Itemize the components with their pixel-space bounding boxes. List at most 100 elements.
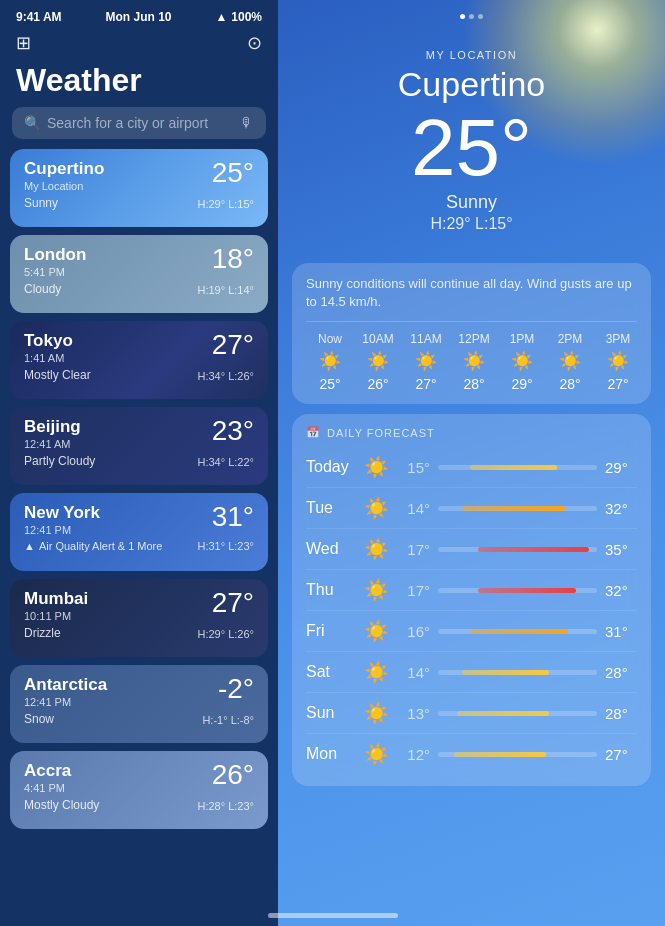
daily-rows: Today ☀️ 15° 29° Tue ☀️ 14° 32° Wed ☀️ 1… bbox=[306, 447, 637, 774]
daily-hi: 32° bbox=[605, 500, 637, 517]
temp-bar bbox=[478, 547, 589, 552]
date: Mon Jun 10 bbox=[105, 10, 171, 24]
daily-row: Fri ☀️ 16° 31° bbox=[306, 611, 637, 652]
daily-day: Wed bbox=[306, 540, 354, 558]
city-subtitle: 1:41 AM bbox=[24, 352, 73, 364]
hourly-icon: ☀️ bbox=[367, 350, 389, 372]
city-condition: Sunny bbox=[24, 196, 58, 210]
city-condition: Partly Cloudy bbox=[24, 454, 95, 468]
daily-lo: 14° bbox=[398, 664, 430, 681]
main-location: MY LOCATION Cupertino 25° Sunny H:29° L:… bbox=[278, 19, 665, 243]
temp-bar bbox=[462, 506, 565, 511]
hourly-item: 2PM ☀️ 28° bbox=[546, 332, 594, 392]
city-name: Mumbai bbox=[24, 589, 88, 609]
mic-icon[interactable]: 🎙 bbox=[240, 115, 254, 131]
hourly-item: Now ☀️ 25° bbox=[306, 332, 354, 392]
temp-bar bbox=[457, 711, 549, 716]
daily-day: Thu bbox=[306, 581, 354, 599]
main-city-name: Cupertino bbox=[298, 65, 645, 104]
city-card-cupertino[interactable]: Cupertino My Location 25° Sunny H:29° L:… bbox=[10, 149, 268, 227]
city-hi-lo: H:31° L:23° bbox=[198, 540, 255, 552]
home-indicator bbox=[268, 913, 398, 918]
hourly-time: 10AM bbox=[362, 332, 393, 346]
city-subtitle: 12:41 PM bbox=[24, 696, 107, 708]
daily-hi: 27° bbox=[605, 746, 637, 763]
daily-lo: 16° bbox=[398, 623, 430, 640]
city-name: Antarctica bbox=[24, 675, 107, 695]
daily-day: Today bbox=[306, 458, 354, 476]
daily-hi: 35° bbox=[605, 541, 637, 558]
temp-bar bbox=[454, 752, 546, 757]
city-card-newyork[interactable]: New York 12:41 PM 31° ▲ Air Quality Aler… bbox=[10, 493, 268, 571]
city-subtitle: 5:41 PM bbox=[24, 266, 86, 278]
hourly-item: 10AM ☀️ 26° bbox=[354, 332, 402, 392]
hourly-time: 3PM bbox=[606, 332, 631, 346]
city-card-beijing[interactable]: Beijing 12:41 AM 23° Partly Cloudy H:34°… bbox=[10, 407, 268, 485]
city-temp: 23° bbox=[212, 417, 254, 445]
daily-row: Wed ☀️ 17° 35° bbox=[306, 529, 637, 570]
temp-bar-container bbox=[438, 752, 597, 757]
hourly-temp: 29° bbox=[511, 376, 532, 392]
calendar-icon: 📅 bbox=[306, 426, 321, 439]
daily-header: 📅 DAILY FORECAST bbox=[306, 426, 637, 439]
status-right: ▲ 100% bbox=[215, 10, 262, 24]
main-lo: L:15° bbox=[475, 215, 513, 232]
main-hi: H:29° bbox=[430, 215, 470, 232]
hourly-temp: 27° bbox=[607, 376, 628, 392]
city-name: Accra bbox=[24, 761, 71, 781]
city-hi-lo: H:34° L:26° bbox=[198, 370, 255, 382]
city-name: Cupertino bbox=[24, 159, 104, 179]
city-temp: 26° bbox=[212, 761, 254, 789]
daily-row: Thu ☀️ 17° 32° bbox=[306, 570, 637, 611]
daily-sun-icon: ☀️ bbox=[362, 619, 390, 643]
temp-bar-container bbox=[438, 547, 597, 552]
daily-lo: 13° bbox=[398, 705, 430, 722]
daily-hi: 28° bbox=[605, 705, 637, 722]
daily-lo: 17° bbox=[398, 582, 430, 599]
city-condition: Drizzle bbox=[24, 626, 61, 640]
city-card-tokyo[interactable]: Tokyo 1:41 AM 27° Mostly Clear H:34° L:2… bbox=[10, 321, 268, 399]
city-name: Tokyo bbox=[24, 331, 73, 351]
city-temp: 27° bbox=[212, 331, 254, 359]
city-card-antarctica[interactable]: Antarctica 12:41 PM -2° Snow H:-1° L:-8° bbox=[10, 665, 268, 743]
city-hi-lo: H:28° L:23° bbox=[198, 800, 255, 812]
hourly-item: 1PM ☀️ 29° bbox=[498, 332, 546, 392]
daily-sun-icon: ☀️ bbox=[362, 660, 390, 684]
hourly-row: Now ☀️ 25° 10AM ☀️ 26° 11AM ☀️ 27° 12PM … bbox=[306, 332, 637, 392]
main-hi-lo: H:29° L:15° bbox=[298, 215, 645, 233]
hourly-temp: 28° bbox=[463, 376, 484, 392]
city-card-london[interactable]: London 5:41 PM 18° Cloudy H:19° L:14° bbox=[10, 235, 268, 313]
daily-sun-icon: ☀️ bbox=[362, 742, 390, 766]
daily-day: Fri bbox=[306, 622, 354, 640]
city-card-accra[interactable]: Accra 4:41 PM 26° Mostly Cloudy H:28° L:… bbox=[10, 751, 268, 829]
temp-bar-container bbox=[438, 588, 597, 593]
alert-icon: ▲ bbox=[24, 540, 35, 552]
daily-row: Sun ☀️ 13° 28° bbox=[306, 693, 637, 734]
hourly-item: 11AM ☀️ 27° bbox=[402, 332, 450, 392]
daily-day: Sun bbox=[306, 704, 354, 722]
my-location-label: MY LOCATION bbox=[298, 49, 645, 61]
battery: 100% bbox=[231, 10, 262, 24]
temp-bar bbox=[478, 588, 577, 593]
sidebar-toggle-icon[interactable]: ⊞ bbox=[16, 32, 31, 54]
hourly-temp: 27° bbox=[415, 376, 436, 392]
hourly-icon: ☀️ bbox=[559, 350, 581, 372]
daily-day: Tue bbox=[306, 499, 354, 517]
search-icon: 🔍 bbox=[24, 115, 41, 131]
cities-list: Cupertino My Location 25° Sunny H:29° L:… bbox=[0, 149, 278, 926]
daily-sun-icon: ☀️ bbox=[362, 537, 390, 561]
city-subtitle: My Location bbox=[24, 180, 104, 192]
city-hi-lo: H:29° L:26° bbox=[198, 628, 255, 640]
more-options-icon[interactable]: ⊙ bbox=[247, 32, 262, 54]
app-title: Weather bbox=[0, 58, 278, 107]
city-condition: Mostly Cloudy bbox=[24, 798, 99, 812]
daily-lo: 14° bbox=[398, 500, 430, 517]
daily-sun-icon: ☀️ bbox=[362, 701, 390, 725]
page-dots bbox=[278, 0, 665, 19]
temp-bar bbox=[470, 629, 569, 634]
search-input[interactable] bbox=[47, 115, 234, 131]
daily-lo: 15° bbox=[398, 459, 430, 476]
daily-sun-icon: ☀️ bbox=[362, 578, 390, 602]
city-card-mumbai[interactable]: Mumbai 10:11 PM 27° Drizzle H:29° L:26° bbox=[10, 579, 268, 657]
city-temp: 27° bbox=[212, 589, 254, 617]
